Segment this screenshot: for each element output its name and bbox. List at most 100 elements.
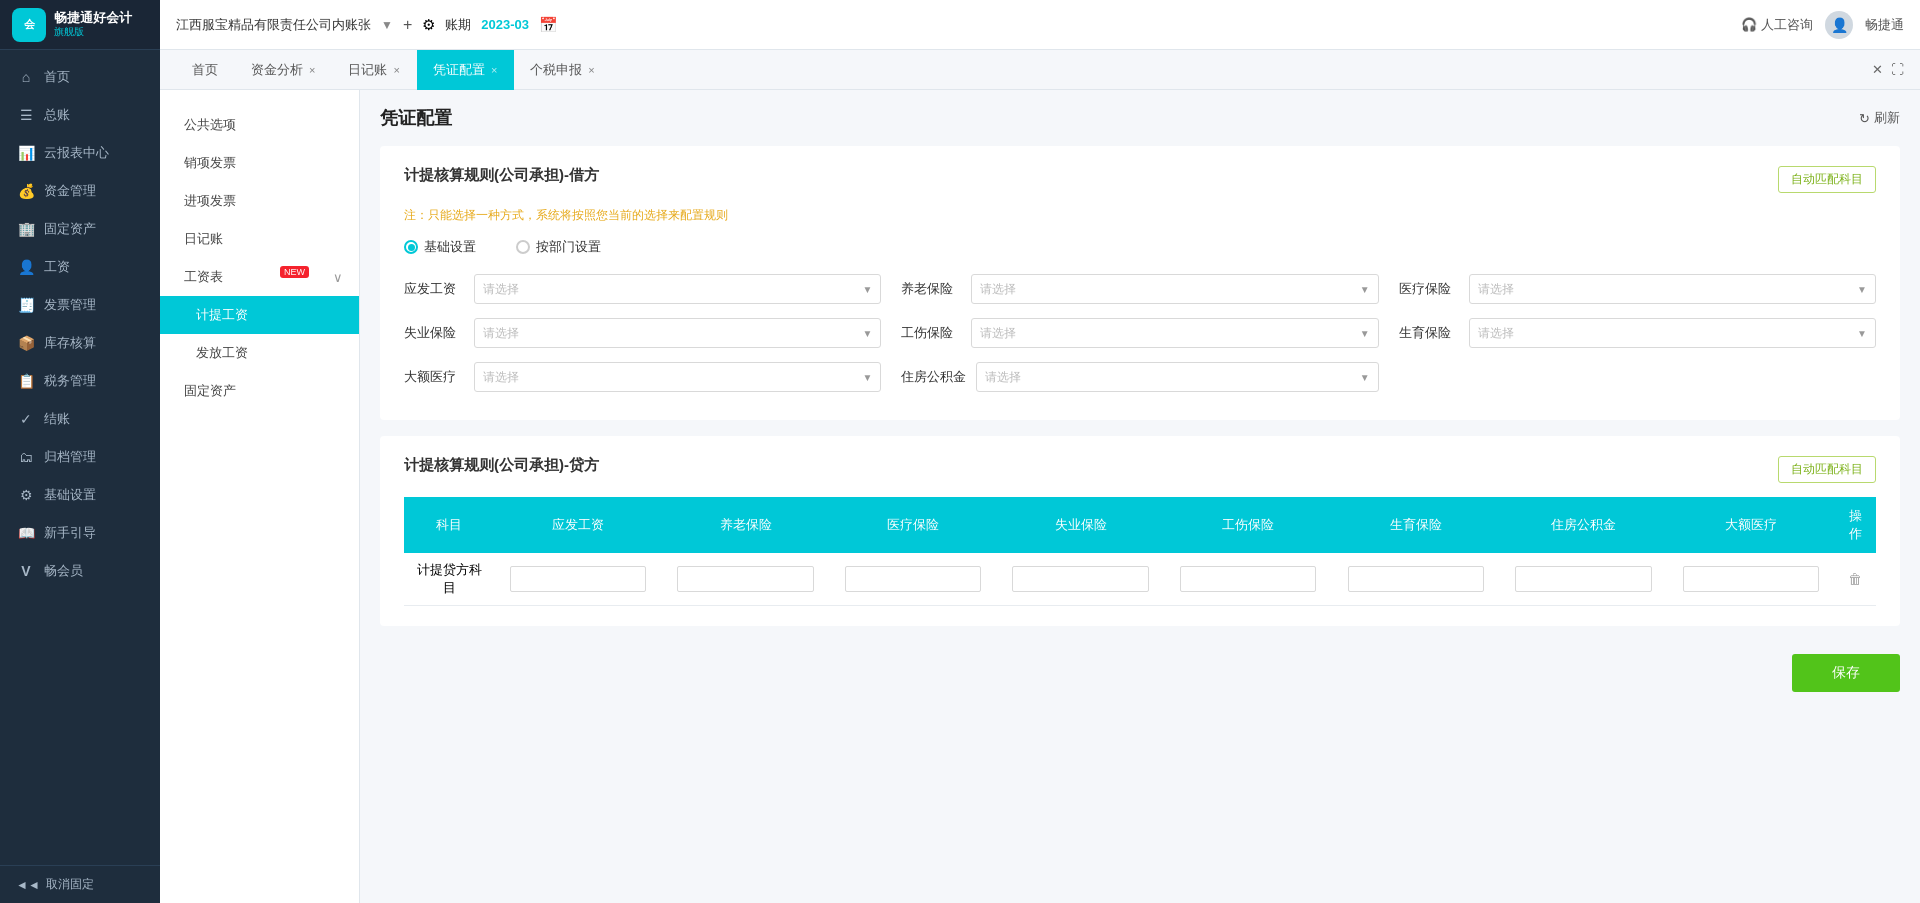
chevron-down-icon: ▼ — [1857, 284, 1867, 295]
sidebar-item-vip[interactable]: V 畅会员 — [0, 552, 160, 590]
select-pension[interactable]: 请选择 ▼ — [971, 274, 1378, 304]
sidebar-item-fund[interactable]: 💰 资金管理 — [0, 172, 160, 210]
label-maternity: 生育保险 — [1399, 324, 1459, 342]
menu-item-sales-invoice[interactable]: 销项发票 — [160, 144, 359, 182]
unpin-button[interactable]: ◄◄ 取消固定 — [0, 865, 160, 903]
sidebar-item-settings[interactable]: ⚙ 基础设置 — [0, 476, 160, 514]
input-maternity[interactable] — [1348, 566, 1484, 592]
field-unemployment: 失业保险 请选择 ▼ — [404, 318, 881, 348]
input-basic-salary[interactable] — [510, 566, 646, 592]
expand-tabs-btn[interactable]: ⛶ — [1891, 62, 1904, 77]
sidebar-item-label: 税务管理 — [44, 372, 96, 390]
select-unemployment[interactable]: 请选择 ▼ — [474, 318, 881, 348]
sidebar-item-assets[interactable]: 🏢 固定资产 — [0, 210, 160, 248]
label-basic-salary: 应发工资 — [404, 280, 464, 298]
auto-match-debit-btn[interactable]: 自动匹配科目 — [1778, 166, 1876, 193]
payroll-icon: 👤 — [16, 259, 36, 275]
select-housing-fund[interactable]: 请选择 ▼ — [976, 362, 1378, 392]
field-large-medical: 大额医疗 请选择 ▼ — [404, 362, 881, 392]
field-pension: 养老保险 请选择 ▼ — [901, 274, 1378, 304]
col-housing: 住房公积金 — [1500, 497, 1668, 553]
sidebar-item-label: 工资 — [44, 258, 70, 276]
input-injury[interactable] — [1180, 566, 1316, 592]
close-period-icon: ✓ — [16, 411, 36, 427]
label-medical: 医疗保险 — [1399, 280, 1459, 298]
radio-basic-circle — [404, 240, 418, 254]
sidebar-item-inventory[interactable]: 📦 库存核算 — [0, 324, 160, 362]
tab-journal[interactable]: 日记账 × — [332, 50, 416, 90]
debit-section: 计提核算规则(公司承担)-借方 自动匹配科目 注：只能选择一种方式，系统将按照您… — [380, 146, 1900, 420]
sidebar-item-payroll[interactable]: 👤 工资 — [0, 248, 160, 286]
delete-row-btn[interactable]: 🗑 — [1848, 571, 1862, 587]
tab-actions: ✕ ⛶ — [1872, 62, 1904, 77]
sidebar-item-ledger[interactable]: ☰ 总账 — [0, 96, 160, 134]
debit-section-header: 计提核算规则(公司承担)-借方 自动匹配科目 — [404, 166, 1876, 195]
company-dropdown-btn[interactable]: ▼ — [381, 18, 393, 32]
sidebar: 会 畅捷通好会计 旗舰版 ⌂ 首页 ☰ 总账 📊 云报表中心 💰 资金管理 🏢 … — [0, 0, 160, 903]
select-maternity[interactable]: 请选择 ▼ — [1469, 318, 1876, 348]
input-pension[interactable] — [677, 566, 813, 592]
close-tab-journal[interactable]: × — [393, 64, 399, 76]
menu-item-public[interactable]: 公共选项 — [160, 106, 359, 144]
menu-item-purchase-invoice[interactable]: 进项发票 — [160, 182, 359, 220]
sidebar-item-home[interactable]: ⌂ 首页 — [0, 58, 160, 96]
menu-item-pay-payroll[interactable]: 发放工资 — [160, 334, 359, 372]
tab-voucher-config[interactable]: 凭证配置 × — [417, 50, 514, 90]
col-large-medical: 大额医疗 — [1667, 497, 1835, 553]
sidebar-navigation: ⌂ 首页 ☰ 总账 📊 云报表中心 💰 资金管理 🏢 固定资产 👤 工资 🧾 发… — [0, 50, 160, 865]
chevron-down-icon: ▼ — [862, 284, 872, 295]
radio-group: 基础设置 按部门设置 — [404, 238, 1876, 256]
chevron-down-icon: ▼ — [1360, 284, 1370, 295]
app-version: 旗舰版 — [54, 25, 132, 39]
add-account-btn[interactable]: + — [403, 16, 412, 34]
input-medical[interactable] — [845, 566, 981, 592]
settings-btn[interactable]: ⚙ — [422, 16, 435, 34]
close-all-tabs-btn[interactable]: ✕ — [1872, 62, 1883, 77]
customer-service-btn[interactable]: 🎧 人工咨询 — [1741, 16, 1813, 34]
auto-match-credit-btn[interactable]: 自动匹配科目 — [1778, 456, 1876, 483]
sidebar-item-invoice[interactable]: 🧾 发票管理 — [0, 286, 160, 324]
logo-text-block: 畅捷通好会计 旗舰版 — [54, 10, 132, 40]
select-injury[interactable]: 请选择 ▼ — [971, 318, 1378, 348]
menu-item-journal[interactable]: 日记账 — [160, 220, 359, 258]
close-tab-voucher[interactable]: × — [491, 64, 497, 76]
menu-item-fixed-assets[interactable]: 固定资产 — [160, 372, 359, 410]
sidebar-item-close[interactable]: ✓ 结账 — [0, 400, 160, 438]
save-button[interactable]: 保存 — [1792, 654, 1900, 692]
select-medical[interactable]: 请选择 ▼ — [1469, 274, 1876, 304]
menu-item-payroll-table[interactable]: 工资表 NEW ∨ — [160, 258, 359, 296]
page-header: 凭证配置 ↻ 刷新 — [380, 106, 1900, 130]
row-label: 计提贷方科目 — [404, 553, 494, 606]
label-pension: 养老保险 — [901, 280, 961, 298]
sidebar-item-tax[interactable]: 📋 税务管理 — [0, 362, 160, 400]
select-basic-salary[interactable]: 请选择 ▼ — [474, 274, 881, 304]
archive-icon: 🗂 — [16, 449, 36, 465]
close-tab-tax[interactable]: × — [588, 64, 594, 76]
refresh-btn[interactable]: ↻ 刷新 — [1859, 109, 1900, 127]
input-large-medical[interactable] — [1683, 566, 1819, 592]
vip-icon: V — [16, 563, 36, 579]
tab-fund-analysis[interactable]: 资金分析 × — [235, 50, 332, 90]
radio-department[interactable]: 按部门设置 — [516, 238, 601, 256]
input-housing[interactable] — [1515, 566, 1651, 592]
field-housing-fund: 住房公积金 请选择 ▼ — [901, 362, 1378, 392]
tab-tax[interactable]: 个税申报 × — [514, 50, 611, 90]
input-unemployment[interactable] — [1012, 566, 1148, 592]
tab-home[interactable]: 首页 — [176, 50, 235, 90]
unpin-label: 取消固定 — [46, 876, 94, 893]
topbar-right: 🎧 人工咨询 👤 畅捷通 — [1741, 11, 1904, 39]
sidebar-item-label: 新手引导 — [44, 524, 96, 542]
debit-section-title: 计提核算规则(公司承担)-借方 — [404, 166, 599, 185]
sidebar-item-reports[interactable]: 📊 云报表中心 — [0, 134, 160, 172]
col-unemployment: 失业保险 — [997, 497, 1165, 553]
col-maternity: 生育保险 — [1332, 497, 1500, 553]
sidebar-item-guide[interactable]: 📖 新手引导 — [0, 514, 160, 552]
close-tab-fund[interactable]: × — [309, 64, 315, 76]
select-large-medical[interactable]: 请选择 ▼ — [474, 362, 881, 392]
radio-basic[interactable]: 基础设置 — [404, 238, 476, 256]
calendar-icon[interactable]: 📅 — [539, 16, 558, 34]
right-content: 凭证配置 ↻ 刷新 计提核算规则(公司承担)-借方 自动匹配科目 注：只能选择一… — [360, 90, 1920, 903]
menu-item-accrue-payroll[interactable]: 计提工资 — [160, 296, 359, 334]
sidebar-item-archive[interactable]: 🗂 归档管理 — [0, 438, 160, 476]
col-basic-salary: 应发工资 — [494, 497, 662, 553]
